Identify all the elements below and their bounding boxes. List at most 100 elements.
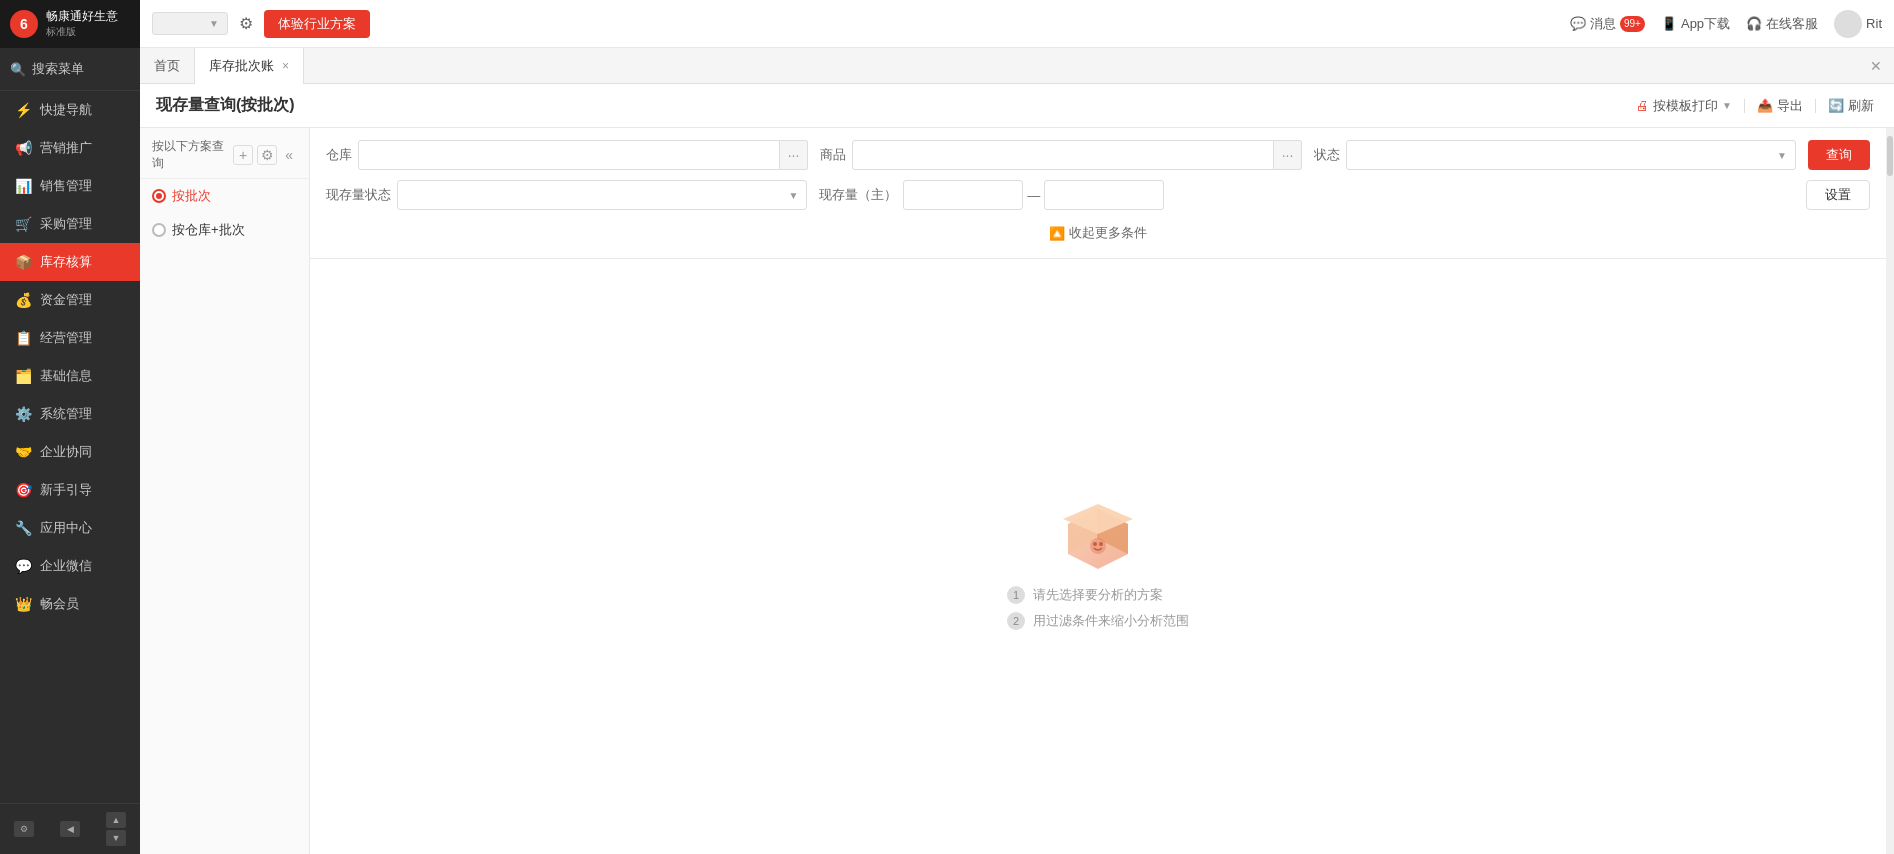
sidebar-collapse-btn[interactable]: ◀ — [60, 821, 80, 837]
search-menu-button[interactable]: 🔍 搜索菜单 — [10, 56, 130, 82]
tab-close-icon[interactable]: × — [282, 59, 289, 73]
sidebar-item-finance[interactable]: 💰 资金管理 — [0, 281, 140, 319]
sidebar: 6 畅康通好生意 标准版 🔍 搜索菜单 ⚡ 快捷导航 📢 营销推广 📊 销售管理… — [0, 0, 140, 854]
warehouse-dots-button[interactable]: ··· — [780, 140, 808, 170]
scheme-panel-title: 按以下方案查询 — [152, 138, 233, 172]
stock-status-select[interactable]: ▼ — [397, 180, 807, 210]
user-name: Rit — [1866, 16, 1882, 31]
sidebar-item-purchase[interactable]: 🛒 采购管理 — [0, 205, 140, 243]
sidebar-settings-btn[interactable]: ⚙ — [14, 821, 34, 837]
main-area: ▼ ⚙ 体验行业方案 💬 消息 99+ 📱 App下载 🎧 在线客服 Rit — [140, 0, 1894, 854]
warehouse-field: 仓库 ··· — [326, 140, 808, 170]
sidebar-item-operations[interactable]: 📋 经营管理 — [0, 319, 140, 357]
scheme-collapse-button[interactable]: « — [281, 143, 297, 167]
breadcrumb[interactable]: ▼ — [152, 12, 228, 35]
trial-button[interactable]: 体验行业方案 — [264, 10, 370, 38]
message-badge: 99+ — [1620, 16, 1645, 32]
app-download-label: App下载 — [1681, 15, 1730, 33]
app-download-button[interactable]: 📱 App下载 — [1661, 15, 1730, 33]
app-logo: 6 — [10, 10, 38, 38]
online-service-button[interactable]: 🎧 在线客服 — [1746, 15, 1818, 33]
online-service-label: 在线客服 — [1766, 15, 1818, 33]
scheme-settings-button[interactable]: ⚙ — [257, 145, 277, 165]
quick-nav-icon: ⚡ — [14, 101, 32, 119]
sidebar-item-sales[interactable]: 📊 销售管理 — [0, 167, 140, 205]
sidebar-scroll-down-btn[interactable]: ▼ — [106, 830, 126, 846]
user-menu[interactable]: Rit — [1834, 10, 1882, 38]
hint-text-1: 请先选择要分析的方案 — [1033, 586, 1163, 604]
hint-num-2: 2 — [1007, 612, 1025, 630]
empty-state-icon — [1048, 484, 1148, 574]
stock-qty-field: 现存量（主） — — [819, 180, 1300, 210]
sidebar-item-quick-nav[interactable]: ⚡ 快捷导航 — [0, 91, 140, 129]
avatar — [1834, 10, 1862, 38]
app-center-icon: 🔧 — [14, 519, 32, 537]
message-button[interactable]: 💬 消息 99+ — [1570, 15, 1645, 33]
print-button[interactable]: 🖨 按模板打印 ▼ — [1632, 95, 1736, 117]
sidebar-item-collab[interactable]: 🤝 企业协同 — [0, 433, 140, 471]
right-scrollbar[interactable] — [1886, 128, 1894, 854]
warehouse-input[interactable] — [358, 140, 780, 170]
refresh-button[interactable]: 🔄 刷新 — [1824, 95, 1878, 117]
purchase-icon: 🛒 — [14, 215, 32, 233]
collapse-more-button[interactable]: 🔼 收起更多条件 — [326, 220, 1870, 246]
operations-icon: 📋 — [14, 329, 32, 347]
sidebar-item-label: 经营管理 — [40, 329, 92, 347]
sidebar-item-wechat[interactable]: 💬 企业微信 — [0, 547, 140, 585]
sidebar-item-member[interactable]: 👑 畅会员 — [0, 585, 140, 623]
scheme-item-by-batch[interactable]: 按批次 — [140, 179, 309, 213]
filter-row-1: 仓库 ··· 商品 ··· — [326, 140, 1870, 170]
divider2 — [1815, 99, 1816, 113]
wechat-icon: 💬 — [14, 557, 32, 575]
sidebar-item-basic[interactable]: 🗂️ 基础信息 — [0, 357, 140, 395]
query-panel: 仓库 ··· 商品 ··· — [310, 128, 1886, 854]
content-area: 按以下方案查询 + ⚙ « 按批次 — [140, 128, 1894, 854]
sidebar-item-system[interactable]: ⚙️ 系统管理 — [0, 395, 140, 433]
dots-icon: ··· — [788, 147, 800, 163]
stock-qty-dash: — — [1023, 188, 1044, 203]
product-input[interactable] — [852, 140, 1274, 170]
export-icon: 📤 — [1757, 98, 1773, 113]
tab-inventory-batch[interactable]: 库存批次账 × — [195, 48, 304, 84]
panel-close-button[interactable]: ✕ — [1858, 48, 1894, 84]
scheme-item-by-warehouse-batch[interactable]: 按仓库+批次 — [140, 213, 309, 247]
sidebar-scroll-up-btn[interactable]: ▲ — [106, 812, 126, 828]
settings-button[interactable]: 设置 — [1806, 180, 1870, 210]
query-button[interactable]: 查询 — [1808, 140, 1870, 170]
topbar-gear-icon[interactable]: ⚙ — [232, 10, 260, 38]
export-button[interactable]: 📤 导出 — [1753, 95, 1807, 117]
sidebar-item-app-center[interactable]: 🔧 应用中心 — [0, 509, 140, 547]
scheme-panel-header: 按以下方案查询 + ⚙ « — [140, 128, 309, 179]
sidebar-item-marketing[interactable]: 📢 营销推广 — [0, 129, 140, 167]
product-dots-button[interactable]: ··· — [1274, 140, 1302, 170]
tab-home-label: 首页 — [154, 57, 180, 75]
sidebar-item-newbie[interactable]: 🎯 新手引导 — [0, 471, 140, 509]
stock-qty-to-input[interactable] — [1044, 180, 1164, 210]
sidebar-item-label: 快捷导航 — [40, 101, 92, 119]
sidebar-item-inventory[interactable]: 📦 库存核算 — [0, 243, 140, 281]
sidebar-item-label: 畅会员 — [40, 595, 79, 613]
search-menu-label: 搜索菜单 — [32, 60, 84, 78]
select-arrow-icon: ▼ — [1777, 150, 1787, 161]
status-select[interactable]: ▼ — [1346, 140, 1796, 170]
scheme-radio-by-batch — [152, 189, 166, 203]
sidebar-item-label: 库存核算 — [40, 253, 92, 271]
basic-icon: 🗂️ — [14, 367, 32, 385]
print-chevron-icon: ▼ — [1722, 100, 1732, 111]
topbar-nav: ▼ ⚙ 体验行业方案 — [152, 10, 1562, 38]
tab-home[interactable]: 首页 — [140, 48, 195, 84]
scheme-radio-by-warehouse-batch — [152, 223, 166, 237]
sidebar-header: 6 畅康通好生意 标准版 — [0, 0, 140, 48]
stock-qty-label: 现存量（主） — [819, 186, 897, 204]
stock-qty-from-input[interactable] — [903, 180, 1023, 210]
hint-item-1: 1 请先选择要分析的方案 — [1007, 586, 1189, 604]
sidebar-item-label: 营销推广 — [40, 139, 92, 157]
marketing-icon: 📢 — [14, 139, 32, 157]
export-label: 导出 — [1777, 97, 1803, 115]
scheme-add-button[interactable]: + — [233, 145, 253, 165]
download-icon: 📱 — [1661, 16, 1677, 31]
collab-icon: 🤝 — [14, 443, 32, 461]
topbar-right: 💬 消息 99+ 📱 App下载 🎧 在线客服 Rit — [1570, 10, 1882, 38]
status-label: 状态 — [1314, 146, 1340, 164]
hint-num-1: 1 — [1007, 586, 1025, 604]
